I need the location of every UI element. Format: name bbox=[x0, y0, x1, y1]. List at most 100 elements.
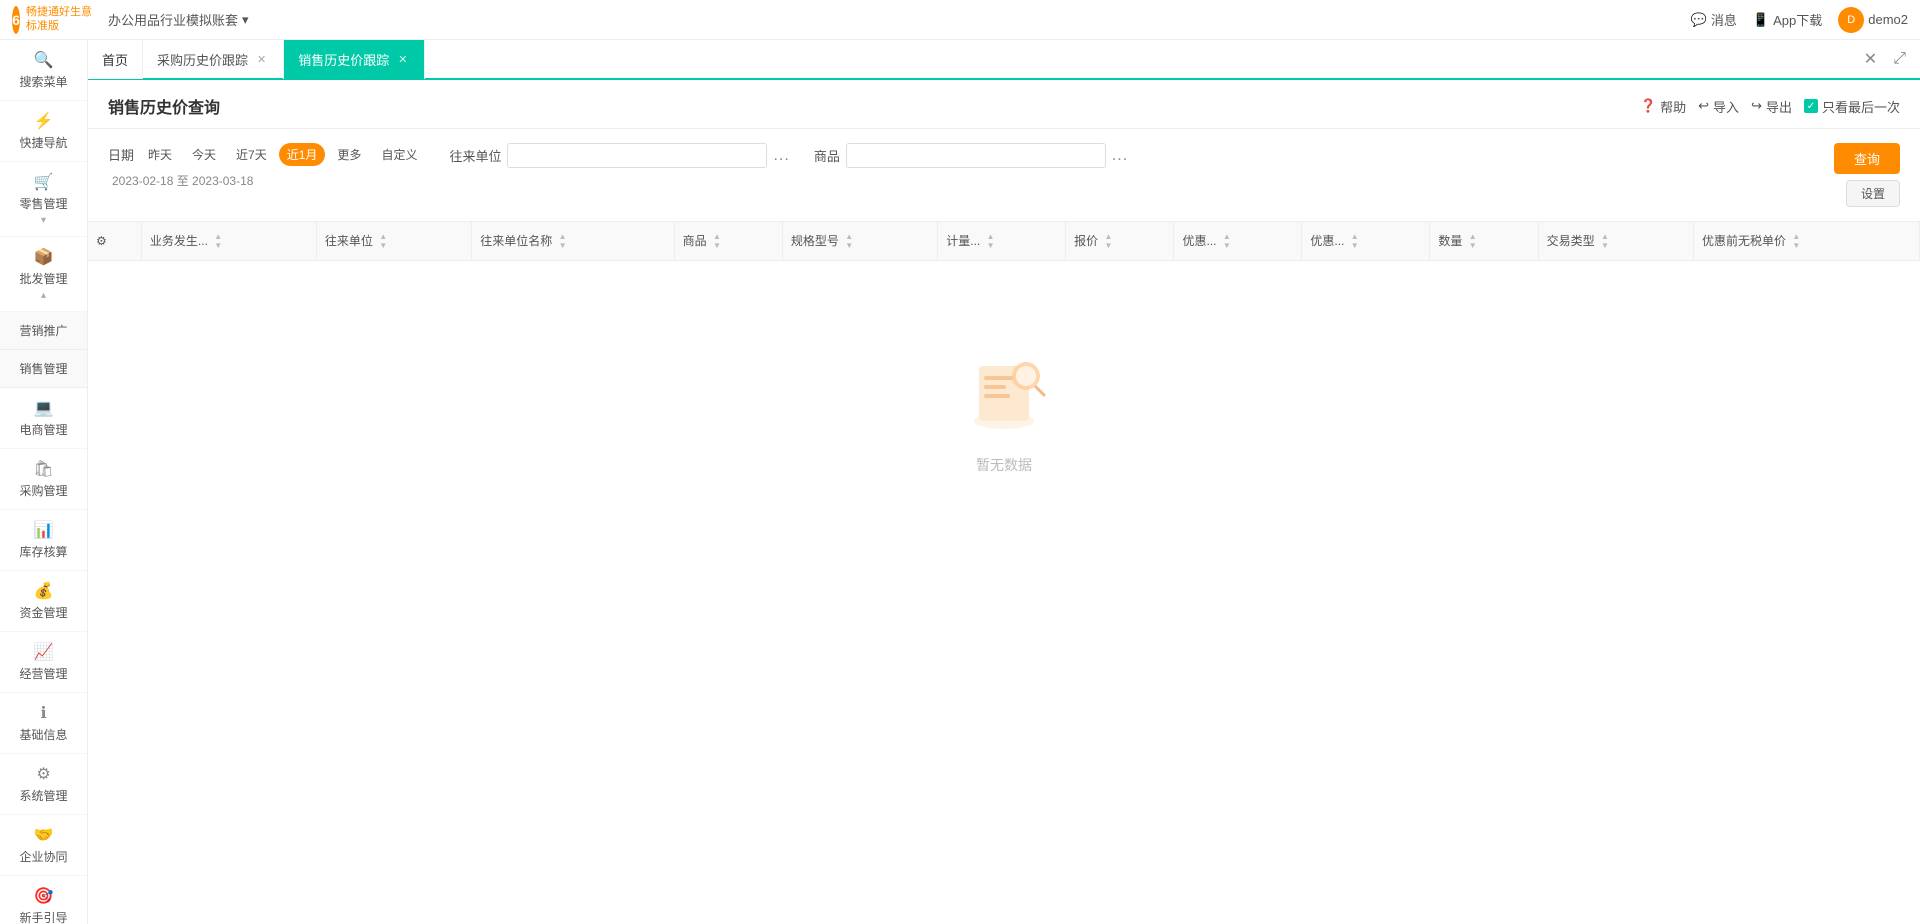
date-pills: 昨天 今天 近7天 近1月 更多 自定义 bbox=[140, 143, 425, 166]
arrow-down-icon: ▾ bbox=[41, 215, 46, 226]
sidebar-subitem-marketing[interactable]: 营销推广 bbox=[0, 312, 87, 350]
app-download-btn[interactable]: 📱 App下载 bbox=[1753, 10, 1822, 29]
sidebar-item-quick-nav[interactable]: ⚡ 快捷导航 bbox=[0, 101, 87, 162]
table-col-spec[interactable]: 规格型号 ▲▼ bbox=[782, 222, 937, 261]
sidebar-item-basic-info[interactable]: ℹ 基础信息 bbox=[0, 693, 87, 754]
sidebar-item-guide[interactable]: 🎯 新手引导 bbox=[0, 876, 87, 924]
table-col-biz-date[interactable]: 业务发生... ▲▼ bbox=[141, 222, 316, 261]
sidebar-item-system[interactable]: ⚙ 系统管理 bbox=[0, 754, 87, 815]
wholesale-sub-items: 营销推广 销售管理 bbox=[0, 312, 87, 388]
sort-icon: ▲▼ bbox=[1469, 233, 1477, 250]
sidebar: 🔍 搜索菜单 ⚡ 快捷导航 🛒 零售管理 ▾ 📦 批发管理 ▴ 营销推广 销售管… bbox=[0, 40, 88, 924]
sidebar-item-label: 采购管理 bbox=[19, 482, 67, 499]
partner-input[interactable] bbox=[507, 143, 767, 168]
date-pill-today[interactable]: 今天 bbox=[184, 143, 224, 166]
app-dropdown[interactable]: 办公用品行业模拟账套 ▾ bbox=[108, 10, 249, 29]
top-bar: 6 畅捷通好生意 标准版 办公用品行业模拟账套 ▾ 💬 消息 📱 App下载 D… bbox=[0, 0, 1920, 40]
sidebar-item-label: 快捷导航 bbox=[19, 134, 67, 151]
import-btn[interactable]: ↩ 导入 bbox=[1698, 97, 1739, 116]
user-name: demo2 bbox=[1868, 12, 1908, 27]
date-pill-more[interactable]: 更多 bbox=[329, 143, 369, 166]
close-purchase-tab[interactable]: ✕ bbox=[254, 52, 269, 67]
date-pill-custom[interactable]: 自定义 bbox=[373, 143, 425, 166]
goods-filter-group: 商品 ... bbox=[814, 143, 1128, 168]
sidebar-item-operation[interactable]: 📈 经营管理 bbox=[0, 632, 87, 693]
sidebar-item-inventory[interactable]: 📊 库存核算 bbox=[0, 510, 87, 571]
sidebar-item-label: 搜索菜单 bbox=[19, 73, 67, 90]
sidebar-item-label: 经营管理 bbox=[19, 665, 67, 682]
date-filter-group: 日期 昨天 今天 近7天 近1月 更多 自定义 bbox=[108, 143, 425, 166]
table-col-pre-tax[interactable]: 优惠前无税单价 ▲▼ bbox=[1693, 222, 1919, 261]
table-col-qty[interactable]: 数量 ▲▼ bbox=[1430, 222, 1538, 261]
partner-dots-btn[interactable]: ... bbox=[773, 147, 789, 165]
only-last-checkbox[interactable]: ✓ bbox=[1804, 99, 1818, 113]
sidebar-item-retail[interactable]: 🛒 零售管理 ▾ bbox=[0, 162, 87, 237]
quick-nav-icon: ⚡ bbox=[34, 111, 54, 131]
wholesale-icon: 📦 bbox=[34, 247, 54, 267]
enterprise-icon: 🤝 bbox=[34, 825, 54, 845]
sort-icon: ▲▼ bbox=[1105, 233, 1113, 250]
table-col-unit[interactable]: 计量... ▲▼ bbox=[938, 222, 1066, 261]
import-icon: ↩ bbox=[1698, 98, 1709, 114]
empty-state: 暂无数据 bbox=[88, 261, 1920, 555]
table-col-partner-name[interactable]: 往来单位名称 ▲▼ bbox=[472, 222, 674, 261]
logo-icon: 6 bbox=[12, 6, 20, 34]
gear-icon: ⚙ bbox=[96, 234, 107, 248]
query-button[interactable]: 查询 bbox=[1834, 143, 1900, 174]
data-table: ⚙ 业务发生... ▲▼ 往来单位 ▲▼ 往来单位名称 ▲▼ bbox=[88, 222, 1920, 261]
table-col-gear[interactable]: ⚙ bbox=[88, 222, 141, 261]
close-all-tabs-btn[interactable]: ✕ bbox=[1860, 47, 1881, 71]
table-col-quote[interactable]: 报价 ▲▼ bbox=[1066, 222, 1174, 261]
sidebar-item-ecommerce[interactable]: 💻 电商管理 bbox=[0, 388, 87, 449]
tab-bar-actions: ✕ ⤢ bbox=[1860, 47, 1920, 71]
table-col-discount2[interactable]: 优惠... ▲▼ bbox=[1302, 222, 1430, 261]
only-last-checkbox-group[interactable]: ✓ 只看最后一次 bbox=[1804, 97, 1900, 116]
guide-icon: 🎯 bbox=[34, 886, 54, 906]
tab-sales-history[interactable]: 销售历史价跟踪 ✕ bbox=[284, 39, 425, 79]
tab-home-label: 首页 bbox=[102, 50, 128, 69]
close-sales-tab[interactable]: ✕ bbox=[395, 52, 410, 67]
sort-icon: ▲▼ bbox=[1792, 233, 1800, 250]
date-range-text: 2023-02-18 至 2023-03-18 bbox=[112, 174, 253, 188]
settings-button[interactable]: 设置 bbox=[1846, 180, 1900, 207]
table-col-discount1[interactable]: 优惠... ▲▼ bbox=[1174, 222, 1302, 261]
system-icon: ⚙ bbox=[36, 764, 50, 784]
tab-sales-label: 销售历史价跟踪 bbox=[298, 50, 389, 69]
goods-dots-btn[interactable]: ... bbox=[1112, 147, 1128, 165]
maximize-btn[interactable]: ⤢ bbox=[1889, 48, 1910, 70]
table-header: ⚙ 业务发生... ▲▼ 往来单位 ▲▼ 往来单位名称 ▲▼ bbox=[88, 222, 1920, 261]
tab-purchase-label: 采购历史价跟踪 bbox=[157, 50, 248, 69]
user-menu[interactable]: D demo2 bbox=[1838, 7, 1908, 33]
date-pill-yesterday[interactable]: 昨天 bbox=[140, 143, 180, 166]
date-filter-label: 日期 bbox=[108, 145, 134, 164]
tab-purchase-history[interactable]: 采购历史价跟踪 ✕ bbox=[143, 39, 284, 79]
date-pill-last7[interactable]: 近7天 bbox=[228, 143, 275, 166]
dropdown-label: 办公用品行业模拟账套 bbox=[108, 10, 238, 29]
sort-icon: ▲▼ bbox=[379, 233, 387, 250]
sidebar-item-wholesale[interactable]: 📦 批发管理 ▴ bbox=[0, 237, 87, 312]
tab-bar: 首页 采购历史价跟踪 ✕ 销售历史价跟踪 ✕ ✕ ⤢ bbox=[88, 40, 1920, 80]
message-label: 消息 bbox=[1711, 10, 1737, 29]
inventory-icon: 📊 bbox=[34, 520, 54, 540]
sidebar-subitem-sales[interactable]: 销售管理 bbox=[0, 350, 87, 388]
help-btn[interactable]: ❓ 帮助 bbox=[1640, 97, 1686, 116]
export-label: 导出 bbox=[1766, 97, 1792, 116]
avatar: D bbox=[1838, 7, 1864, 33]
goods-input[interactable] bbox=[846, 143, 1106, 168]
message-icon: 💬 bbox=[1691, 12, 1707, 28]
table-col-goods[interactable]: 商品 ▲▼ bbox=[674, 222, 782, 261]
ecommerce-icon: 💻 bbox=[34, 398, 54, 418]
table-col-trade-type[interactable]: 交易类型 ▲▼ bbox=[1538, 222, 1693, 261]
sidebar-item-purchase[interactable]: 🛍 采购管理 bbox=[0, 449, 87, 510]
sidebar-item-enterprise[interactable]: 🤝 企业协同 bbox=[0, 815, 87, 876]
sidebar-item-finance[interactable]: 💰 资金管理 bbox=[0, 571, 87, 632]
tab-home[interactable]: 首页 bbox=[88, 39, 143, 79]
date-pill-last1m[interactable]: 近1月 bbox=[279, 143, 326, 166]
logo-area: 6 畅捷通好生意 标准版 bbox=[12, 6, 92, 34]
message-btn[interactable]: 💬 消息 bbox=[1691, 10, 1737, 29]
table-col-partner-code[interactable]: 往来单位 ▲▼ bbox=[316, 222, 471, 261]
export-btn[interactable]: ↪ 导出 bbox=[1751, 97, 1792, 116]
partner-filter-group: 往来单位 ... bbox=[449, 143, 789, 168]
sidebar-item-search-menu[interactable]: 🔍 搜索菜单 bbox=[0, 40, 87, 101]
help-icon: ❓ bbox=[1640, 98, 1656, 114]
